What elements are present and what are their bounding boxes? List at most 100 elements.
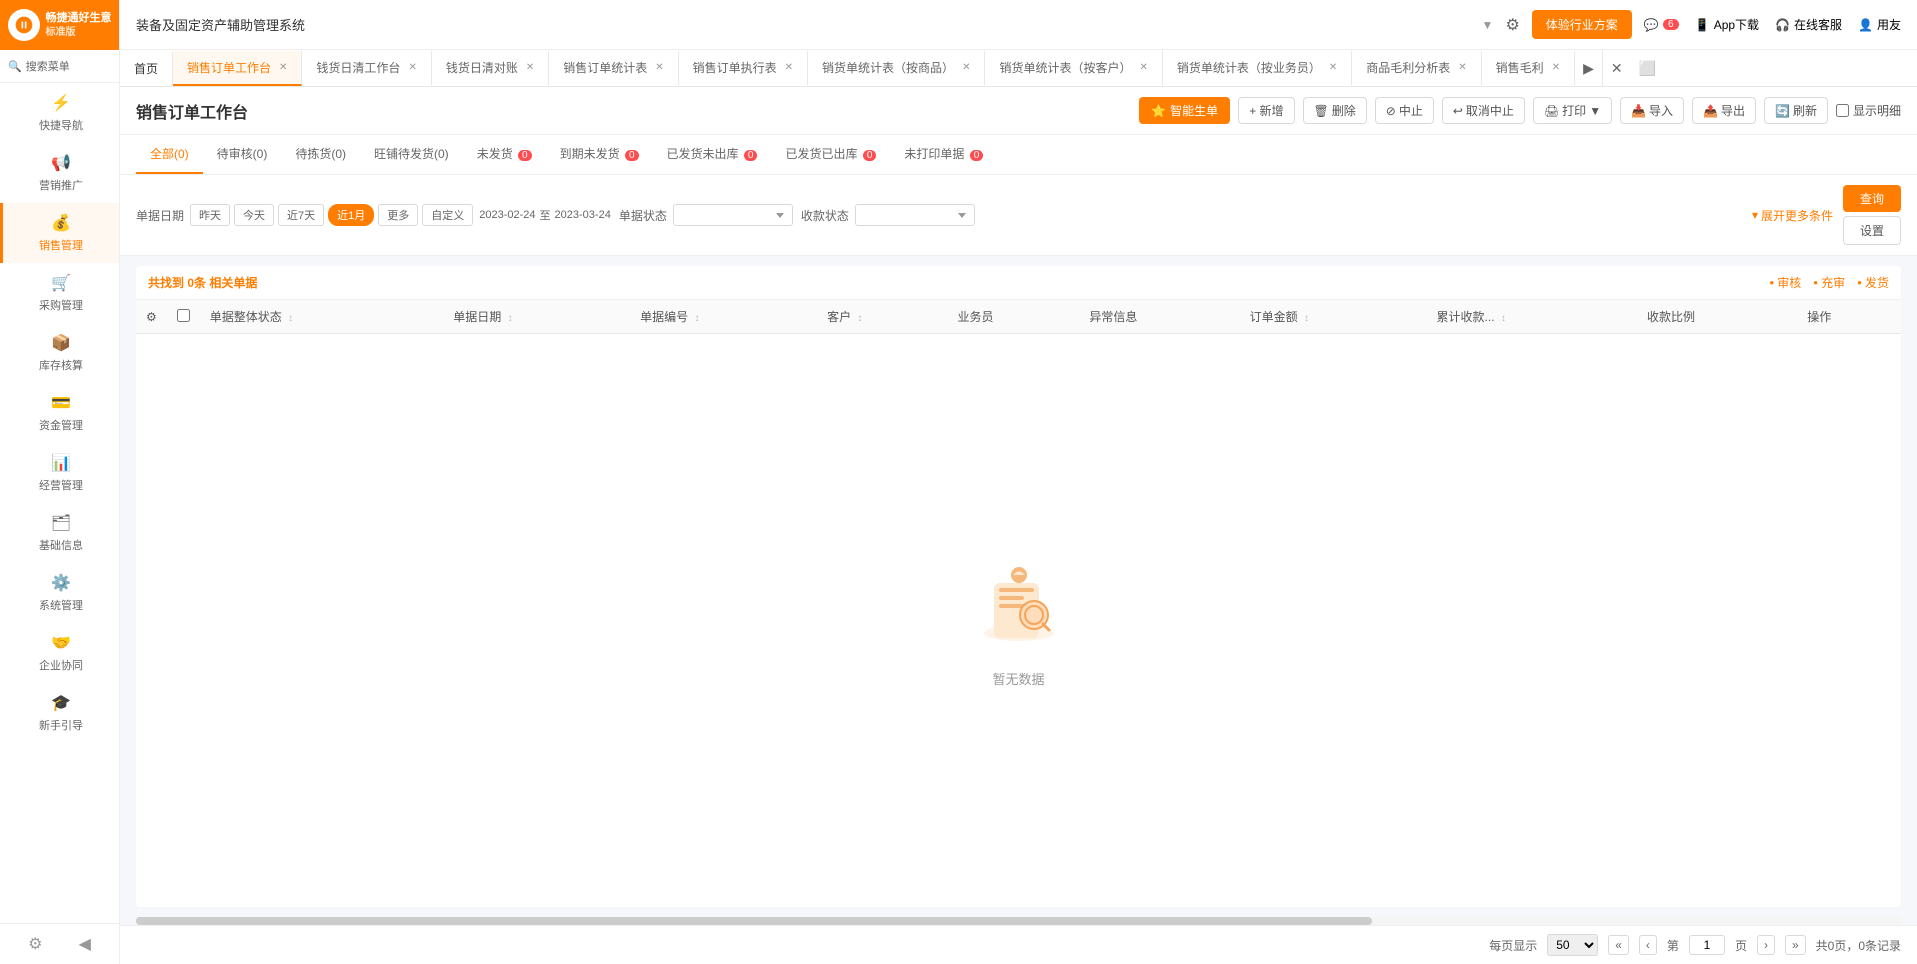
smart-generate-button[interactable]: ⭐ 智能生单 bbox=[1139, 97, 1230, 124]
payment-select[interactable] bbox=[855, 204, 975, 226]
import-button[interactable]: 📥 导入 bbox=[1620, 97, 1684, 124]
expand-btn[interactable]: ▾ 展开更多条件 bbox=[1752, 207, 1833, 224]
tab-close-icon[interactable]: ✕ bbox=[655, 62, 663, 73]
col-checkbox[interactable] bbox=[167, 300, 200, 334]
date-1month[interactable]: 近1月 bbox=[328, 204, 374, 226]
cancel-stop-button[interactable]: ↩ 取消中止 bbox=[1442, 97, 1525, 124]
sidebar-item-enterprise[interactable]: 🤝 企业协同 bbox=[0, 623, 119, 683]
user-item[interactable]: 👤 用友 bbox=[1858, 16, 1901, 33]
tab-profit-analysis[interactable]: 商品毛利分析表 ✕ bbox=[1352, 51, 1481, 86]
date-yesterday[interactable]: 昨天 bbox=[190, 204, 230, 226]
tab-close-icon[interactable]: ✕ bbox=[526, 62, 534, 73]
first-page-btn[interactable]: « bbox=[1608, 935, 1629, 955]
sidebar-item-operation[interactable]: 📊 经营管理 bbox=[0, 443, 119, 503]
tab-sales-profit[interactable]: 销售毛利 ✕ bbox=[1482, 51, 1575, 86]
ship-action-btn[interactable]: 发货 bbox=[1857, 274, 1889, 291]
tab-sales-stats[interactable]: 销售订单统计表 ✕ bbox=[549, 51, 678, 86]
date-7days[interactable]: 近7天 bbox=[278, 204, 324, 226]
sidebar-item-sales[interactable]: 💰 销售管理 bbox=[0, 203, 119, 263]
app-download-item[interactable]: 📱 App下载 bbox=[1695, 16, 1759, 33]
stop-button[interactable]: ⊘ 中止 bbox=[1375, 97, 1434, 124]
cancel-review-btn[interactable]: 充审 bbox=[1813, 274, 1845, 291]
settings-icon[interactable]: ⚙ bbox=[1505, 15, 1519, 35]
tab-close-icon[interactable]: ✕ bbox=[408, 62, 416, 73]
tab-sales-summary-staff[interactable]: 销货单统计表（按业务员） ✕ bbox=[1163, 51, 1352, 86]
filter-tab-shipped-in[interactable]: 已发货已出库 0 bbox=[771, 135, 890, 174]
filter-tab-shipped-not-in[interactable]: 已发货未出库 0 bbox=[653, 135, 772, 174]
filter-tab-not-shipped[interactable]: 未发货 0 bbox=[463, 135, 546, 174]
sidebar-item-system[interactable]: ⚙️ 系统管理 bbox=[0, 563, 119, 623]
result-text: 共找到 bbox=[148, 276, 184, 290]
tab-close-icon[interactable]: ✕ bbox=[279, 62, 287, 73]
page-label: 第 bbox=[1667, 937, 1679, 954]
tab-sales-workbench[interactable]: 销售订单工作台 ✕ bbox=[173, 51, 302, 86]
prev-page-btn[interactable]: ‹ bbox=[1639, 935, 1657, 955]
tab-close-icon[interactable]: ✕ bbox=[785, 62, 793, 73]
tab-close-icon[interactable]: ✕ bbox=[1139, 62, 1147, 73]
filter-tab-label: 已发货已出库 bbox=[785, 147, 857, 161]
page-input[interactable] bbox=[1689, 935, 1725, 955]
sidebar-item-marketing[interactable]: 📢 营销推广 bbox=[0, 143, 119, 203]
show-detail-checkbox[interactable]: 显示明细 bbox=[1836, 102, 1901, 119]
add-button[interactable]: + 新增 bbox=[1238, 97, 1294, 124]
next-page-btn[interactable]: › bbox=[1757, 935, 1775, 955]
tab-close-icon[interactable]: ✕ bbox=[1329, 62, 1337, 73]
col-ratio: 收款比例 bbox=[1637, 300, 1797, 334]
tab-close-all[interactable]: ✕ bbox=[1603, 50, 1631, 86]
filter-tab-pending-review[interactable]: 待审核(0) bbox=[203, 135, 282, 174]
last-page-btn[interactable]: » bbox=[1785, 935, 1806, 955]
page-content: 销售订单工作台 ⭐ 智能生单 + 新增 🗑 删除 ⊘ 中止 ↩ bbox=[120, 87, 1917, 964]
tab-close-icon[interactable]: ✕ bbox=[1552, 62, 1560, 73]
tab-home[interactable]: 首页 bbox=[120, 52, 173, 85]
online-service-item[interactable]: 🎧 在线客服 bbox=[1775, 16, 1842, 33]
print-button[interactable]: 🖨 打印 ▼ bbox=[1533, 97, 1612, 124]
date-custom[interactable]: 自定义 bbox=[422, 204, 473, 226]
delete-button[interactable]: 🗑 删除 bbox=[1303, 97, 1367, 124]
sidebar-item-inventory[interactable]: 📦 库存核算 bbox=[0, 323, 119, 383]
sidebar-item-finance[interactable]: 💳 资金管理 bbox=[0, 383, 119, 443]
tab-sales-exec[interactable]: 销售订单执行表 ✕ bbox=[679, 51, 808, 86]
review-action-btn[interactable]: 审核 bbox=[1769, 274, 1801, 291]
tab-sales-summary-customer[interactable]: 销货单统计表（按客户） ✕ bbox=[985, 51, 1162, 86]
tab-maximize[interactable]: ⬜ bbox=[1631, 50, 1664, 86]
page-size-select[interactable]: 50 10 20 100 bbox=[1547, 934, 1598, 956]
dropdown-icon[interactable]: ▼ bbox=[1482, 18, 1494, 32]
trial-button[interactable]: 体验行业方案 bbox=[1532, 10, 1632, 39]
tab-close-icon[interactable]: ✕ bbox=[1458, 62, 1466, 73]
sidebar-item-quick-nav[interactable]: ⚡ 快捷导航 bbox=[0, 83, 119, 143]
settings-footer-btn[interactable]: ⚙ bbox=[28, 934, 42, 954]
select-all-checkbox[interactable] bbox=[177, 309, 190, 322]
sidebar-item-purchase[interactable]: 🛒 采购管理 bbox=[0, 263, 119, 323]
filter-tab-wangpu[interactable]: 旺铺待发货(0) bbox=[360, 135, 463, 174]
collapse-footer-btn[interactable]: ◀ bbox=[79, 934, 91, 954]
filter-tab-not-printed[interactable]: 未打印单据 0 bbox=[890, 135, 997, 174]
sidebar-item-newbie[interactable]: 🎓 新手引导 bbox=[0, 683, 119, 743]
refresh-button[interactable]: 🔄 刷新 bbox=[1764, 97, 1828, 124]
filter-tab-all[interactable]: 全部(0) bbox=[136, 135, 203, 174]
tab-close-icon[interactable]: ✕ bbox=[962, 62, 970, 73]
add-btn-label: + 新增 bbox=[1249, 102, 1283, 119]
query-button[interactable]: 查询 bbox=[1843, 185, 1901, 212]
show-detail-input[interactable] bbox=[1836, 104, 1849, 117]
date-more[interactable]: 更多 bbox=[378, 204, 418, 226]
message-item[interactable]: 💬 6 bbox=[1644, 18, 1679, 32]
export-button[interactable]: 📤 导出 bbox=[1692, 97, 1756, 124]
status-select[interactable] bbox=[673, 204, 793, 226]
total-text: 共0页，0条记录 bbox=[1816, 937, 1901, 954]
col-settings[interactable]: ⚙ bbox=[136, 300, 167, 334]
tab-cash-daily[interactable]: 钱货日清工作台 ✕ bbox=[302, 51, 431, 86]
tab-sales-summary-product[interactable]: 销货单统计表（按商品） ✕ bbox=[808, 51, 985, 86]
sidebar-item-base[interactable]: 🗂 基础信息 bbox=[0, 503, 119, 563]
tab-cash-reconcile[interactable]: 钱货日清对账 ✕ bbox=[432, 51, 549, 86]
filter-tab-overdue[interactable]: 到期未发货 0 bbox=[546, 135, 653, 174]
tab-nav-right[interactable]: ▶ bbox=[1575, 50, 1603, 86]
setting-button[interactable]: 设置 bbox=[1843, 216, 1901, 245]
sidebar-search[interactable]: 🔍 搜索菜单 bbox=[0, 50, 119, 83]
payment-label: 收款状态 bbox=[801, 207, 849, 224]
filter-tab-label: 到期未发货 bbox=[560, 147, 620, 161]
date-today[interactable]: 今天 bbox=[234, 204, 274, 226]
filter-tab-pending-inspect[interactable]: 待拣货(0) bbox=[281, 135, 360, 174]
scroll-bar[interactable] bbox=[136, 917, 1372, 925]
scroll-bar-area[interactable] bbox=[136, 917, 1901, 925]
sidebar-item-label: 销售管理 bbox=[39, 237, 83, 253]
